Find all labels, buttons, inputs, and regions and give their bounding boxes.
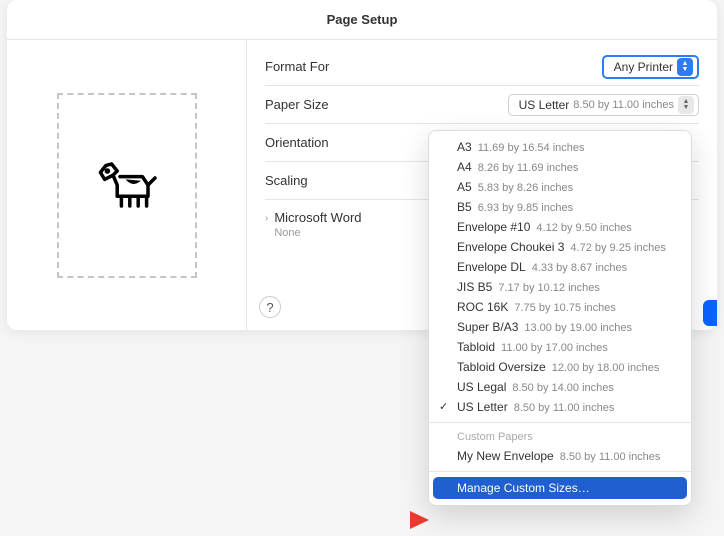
option-name: Envelope Choukei 3 bbox=[457, 240, 564, 254]
app-name: Microsoft Word bbox=[274, 210, 361, 225]
app-status: None bbox=[274, 227, 361, 239]
option-name: US Legal bbox=[457, 380, 506, 394]
option-dimensions: 5.83 by 8.26 inches bbox=[478, 182, 573, 194]
paper-size-option[interactable]: My New Envelope 8.50 by 11.00 inches bbox=[429, 446, 691, 466]
option-name: A3 bbox=[457, 140, 472, 154]
paper-size-option[interactable]: JIS B5 7.17 by 10.12 inches bbox=[429, 277, 691, 297]
option-name: JIS B5 bbox=[457, 280, 492, 294]
option-dimensions: 6.93 by 9.85 inches bbox=[478, 202, 573, 214]
updown-icon: ▲▼ bbox=[677, 58, 693, 76]
scaling-label: Scaling bbox=[265, 173, 308, 188]
paper-size-option[interactable]: Envelope Choukei 3 4.72 by 9.25 inches bbox=[429, 237, 691, 257]
preview-panel bbox=[7, 40, 247, 330]
paper-size-dimensions: 8.50 by 11.00 inches bbox=[573, 99, 674, 111]
option-name: US Letter bbox=[457, 400, 508, 414]
custom-papers-header: Custom Papers bbox=[429, 428, 691, 446]
option-name: ROC 16K bbox=[457, 300, 508, 314]
paper-size-label: Paper Size bbox=[265, 97, 329, 112]
paper-size-option[interactable]: Tabloid Oversize 12.00 by 18.00 inches bbox=[429, 357, 691, 377]
option-dimensions: 12.00 by 18.00 inches bbox=[552, 362, 660, 374]
option-dimensions: 8.50 by 14.00 inches bbox=[512, 382, 614, 394]
paper-size-value: US Letter bbox=[519, 98, 570, 112]
option-dimensions: 4.72 by 9.25 inches bbox=[570, 242, 665, 254]
paper-size-option[interactable]: Super B/A3 13.00 by 19.00 inches bbox=[429, 317, 691, 337]
help-icon: ? bbox=[266, 300, 273, 315]
paper-size-option[interactable]: Envelope #10 4.12 by 9.50 inches bbox=[429, 217, 691, 237]
option-name: Super B/A3 bbox=[457, 320, 518, 334]
format-for-row: Format For Any Printer ▲▼ bbox=[265, 48, 699, 86]
updown-icon: ▲▼ bbox=[678, 96, 694, 114]
option-name: Envelope DL bbox=[457, 260, 526, 274]
option-dimensions: 8.26 by 11.69 inches bbox=[478, 162, 579, 174]
option-name: Tabloid bbox=[457, 340, 495, 354]
option-dimensions: 11.69 by 16.54 inches bbox=[478, 142, 585, 154]
menu-separator bbox=[429, 471, 691, 472]
page-preview bbox=[57, 93, 197, 278]
paper-size-option[interactable]: ROC 16K 7.75 by 10.75 inches bbox=[429, 297, 691, 317]
option-name: Tabloid Oversize bbox=[457, 360, 546, 374]
annotation-arrow-icon bbox=[372, 508, 432, 532]
option-name: A4 bbox=[457, 160, 472, 174]
paper-size-option[interactable]: Tabloid 11.00 by 17.00 inches bbox=[429, 337, 691, 357]
dog-icon bbox=[92, 155, 162, 215]
paper-size-dropdown[interactable]: US Letter 8.50 by 11.00 inches ▲▼ bbox=[508, 94, 699, 116]
titlebar: Page Setup bbox=[7, 0, 717, 40]
option-name: Envelope #10 bbox=[457, 220, 530, 234]
option-dimensions: 7.75 by 10.75 inches bbox=[514, 302, 616, 314]
format-for-dropdown[interactable]: Any Printer ▲▼ bbox=[602, 55, 699, 79]
option-name: B5 bbox=[457, 200, 472, 214]
paper-size-option[interactable]: A4 8.26 by 11.69 inches bbox=[429, 157, 691, 177]
option-dimensions: 7.17 by 10.12 inches bbox=[498, 282, 600, 294]
format-for-label: Format For bbox=[265, 59, 329, 74]
option-name: My New Envelope bbox=[457, 449, 554, 463]
format-for-value: Any Printer bbox=[614, 60, 673, 74]
paper-size-option[interactable]: A3 11.69 by 16.54 inches bbox=[429, 137, 691, 157]
menu-separator bbox=[429, 422, 691, 423]
primary-button-edge[interactable] bbox=[703, 300, 717, 326]
manage-custom-sizes-item[interactable]: Manage Custom Sizes… bbox=[433, 477, 687, 499]
option-dimensions: 8.50 by 11.00 inches bbox=[560, 451, 661, 463]
paper-size-menu[interactable]: A3 11.69 by 16.54 inches A4 8.26 by 11.69 i… bbox=[428, 130, 692, 506]
paper-size-row: Paper Size US Letter 8.50 by 11.00 inche… bbox=[265, 86, 699, 124]
window-title: Page Setup bbox=[327, 12, 398, 27]
option-dimensions: 8.50 by 11.00 inches bbox=[514, 402, 615, 414]
paper-size-option[interactable]: B5 6.93 by 9.85 inches bbox=[429, 197, 691, 217]
option-dimensions: 11.00 by 17.00 inches bbox=[501, 342, 608, 354]
option-name: A5 bbox=[457, 180, 472, 194]
option-dimensions: 4.12 by 9.50 inches bbox=[536, 222, 631, 234]
help-button[interactable]: ? bbox=[259, 296, 281, 318]
paper-size-option[interactable]: Envelope DL 4.33 by 8.67 inches bbox=[429, 257, 691, 277]
option-dimensions: 4.33 by 8.67 inches bbox=[532, 262, 627, 274]
chevron-right-icon: › bbox=[265, 213, 268, 224]
paper-size-option[interactable]: US Legal 8.50 by 14.00 inches bbox=[429, 377, 691, 397]
option-dimensions: 13.00 by 19.00 inches bbox=[524, 322, 632, 334]
paper-size-option[interactable]: US Letter 8.50 by 11.00 inches bbox=[429, 397, 691, 417]
orientation-label: Orientation bbox=[265, 135, 329, 150]
paper-size-option[interactable]: A5 5.83 by 8.26 inches bbox=[429, 177, 691, 197]
